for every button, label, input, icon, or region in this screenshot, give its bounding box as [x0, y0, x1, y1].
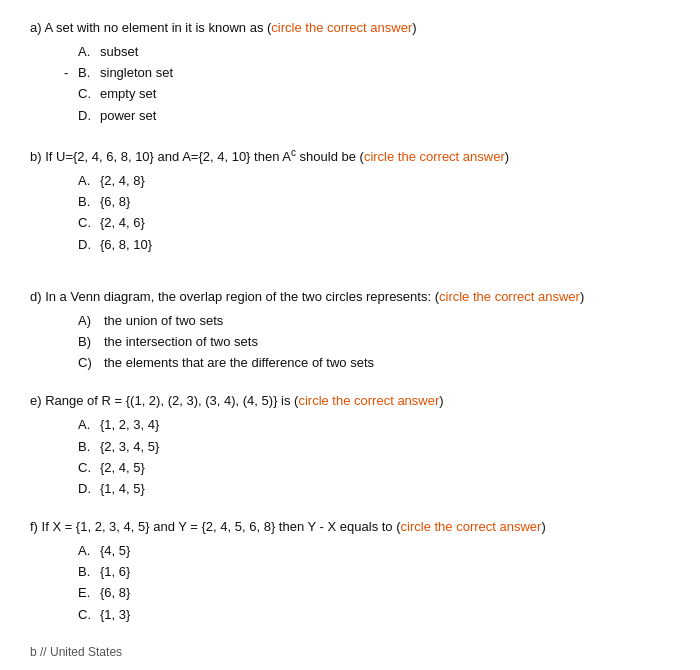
- option-text: power set: [100, 106, 156, 126]
- option-letter: A): [78, 311, 100, 331]
- option-a-d: D. power set: [78, 106, 670, 127]
- option-text: empty set: [100, 84, 156, 104]
- option-text: {4, 5}: [100, 541, 130, 561]
- option-letter: A.: [78, 541, 100, 561]
- option-letter: B.: [78, 562, 100, 582]
- question-e-options: A. {1, 2, 3, 4} B. {2, 3, 4, 5} C. {2, 4…: [30, 415, 670, 499]
- option-text: {1, 4, 5}: [100, 479, 145, 499]
- question-d-text: d) In a Venn diagram, the overlap region…: [30, 287, 670, 307]
- option-e-c: C. {2, 4, 5}: [78, 458, 670, 478]
- question-f-options: A. {4, 5} B. {1, 6} E. {6, 8} C. {1, 3}: [30, 541, 670, 625]
- option-f-c: C. {1, 3}: [78, 605, 670, 625]
- question-e-text: e) Range of R = {(1, 2), (2, 3), (3, 4),…: [30, 391, 670, 411]
- option-text: singleton set: [100, 63, 173, 83]
- question-b-suffix: ): [505, 149, 509, 164]
- question-a-prefix: a) A set with no element in it is known …: [30, 20, 271, 35]
- question-f-prefix: f) If X = {1, 2, 3, 4, 5} and Y = {2, 4,…: [30, 519, 401, 534]
- question-f-suffix: ): [541, 519, 545, 534]
- question-d: d) In a Venn diagram, the overlap region…: [30, 287, 670, 374]
- option-letter: A.: [78, 171, 100, 191]
- option-letter: A.: [78, 415, 100, 435]
- option-d-b: B) the intersection of two sets: [78, 332, 670, 352]
- option-text: the intersection of two sets: [104, 332, 258, 352]
- question-d-prefix: d) In a Venn diagram, the overlap region…: [30, 289, 439, 304]
- option-text: subset: [100, 42, 138, 62]
- option-b-c: C. {2, 4, 6}: [78, 213, 670, 233]
- option-letter: B.: [78, 192, 100, 212]
- question-e-circle: circle the correct answer: [298, 393, 439, 408]
- option-letter: B.: [78, 437, 100, 457]
- option-letter: C.: [78, 213, 100, 233]
- option-letter: C.: [78, 605, 100, 625]
- option-letter: D.: [78, 479, 100, 499]
- question-f-circle: circle the correct answer: [401, 519, 542, 534]
- option-text: {6, 8}: [100, 583, 130, 603]
- option-text: {6, 8, 10}: [100, 235, 152, 255]
- option-f-b: B. {1, 6}: [78, 562, 670, 582]
- question-a-text: a) A set with no element in it is known …: [30, 18, 670, 38]
- option-d-c: C) the elements that are the difference …: [78, 353, 670, 373]
- option-a-b: - B. singleton set: [78, 63, 670, 84]
- option-f-e: E. {6, 8}: [78, 583, 670, 603]
- question-f-text: f) If X = {1, 2, 3, 4, 5} and Y = {2, 4,…: [30, 517, 670, 537]
- option-text: {1, 6}: [100, 562, 130, 582]
- question-b-circle: circle the correct answer: [364, 149, 505, 164]
- option-text: the elements that are the difference of …: [104, 353, 374, 373]
- option-text: {2, 4, 6}: [100, 213, 145, 233]
- question-a-suffix: ): [412, 20, 416, 35]
- question-a-options: A. subset - B. singleton set C. empty se…: [30, 42, 670, 127]
- question-e-prefix: e) Range of R = {(1, 2), (2, 3), (3, 4),…: [30, 393, 298, 408]
- option-letter: D.: [78, 106, 100, 126]
- option-a-a: A. subset: [78, 42, 670, 63]
- option-f-a: A. {4, 5}: [78, 541, 670, 561]
- option-letter: A.: [78, 42, 100, 62]
- option-letter: C.: [78, 458, 100, 478]
- option-letter: C.: [78, 84, 100, 104]
- question-b-prefix: b) If U={2, 4, 6, 8, 10} and A={2, 4, 10…: [30, 149, 291, 164]
- option-a-c: C. empty set: [78, 84, 670, 105]
- option-text: {2, 4, 8}: [100, 171, 145, 191]
- option-d-a: A) the union of two sets: [78, 311, 670, 331]
- option-b-d: D. {6, 8, 10}: [78, 235, 670, 255]
- question-b-middle: should be (: [296, 149, 364, 164]
- option-letter: D.: [78, 235, 100, 255]
- question-a-circle: circle the correct answer: [271, 20, 412, 35]
- question-d-suffix: ): [580, 289, 584, 304]
- option-letter: B): [78, 332, 100, 352]
- question-f: f) If X = {1, 2, 3, 4, 5} and Y = {2, 4,…: [30, 517, 670, 625]
- option-text: {1, 3}: [100, 605, 130, 625]
- dash-marker: -: [64, 63, 68, 83]
- option-text: {2, 4, 5}: [100, 458, 145, 478]
- option-e-a: A. {1, 2, 3, 4}: [78, 415, 670, 435]
- option-b-a: A. {2, 4, 8}: [78, 171, 670, 191]
- option-text: {1, 2, 3, 4}: [100, 415, 159, 435]
- footer-text: b // United States: [30, 643, 670, 662]
- question-b-options: A. {2, 4, 8} B. {6, 8} C. {2, 4, 6} D. {…: [30, 171, 670, 255]
- option-letter: E.: [78, 583, 100, 603]
- question-a: a) A set with no element in it is known …: [30, 18, 670, 127]
- question-b-text: b) If U={2, 4, 6, 8, 10} and A={2, 4, 10…: [30, 145, 670, 167]
- option-text: the union of two sets: [104, 311, 223, 331]
- spacer: [30, 273, 670, 287]
- option-letter: B.: [78, 63, 100, 83]
- option-e-d: D. {1, 4, 5}: [78, 479, 670, 499]
- option-e-b: B. {2, 3, 4, 5}: [78, 437, 670, 457]
- question-b: b) If U={2, 4, 6, 8, 10} and A={2, 4, 10…: [30, 145, 670, 255]
- option-letter: C): [78, 353, 100, 373]
- question-e: e) Range of R = {(1, 2), (2, 3), (3, 4),…: [30, 391, 670, 499]
- question-d-options: A) the union of two sets B) the intersec…: [30, 311, 670, 373]
- option-b-b: B. {6, 8}: [78, 192, 670, 212]
- question-d-circle: circle the correct answer: [439, 289, 580, 304]
- option-text: {2, 3, 4, 5}: [100, 437, 159, 457]
- option-text: {6, 8}: [100, 192, 130, 212]
- question-e-suffix: ): [439, 393, 443, 408]
